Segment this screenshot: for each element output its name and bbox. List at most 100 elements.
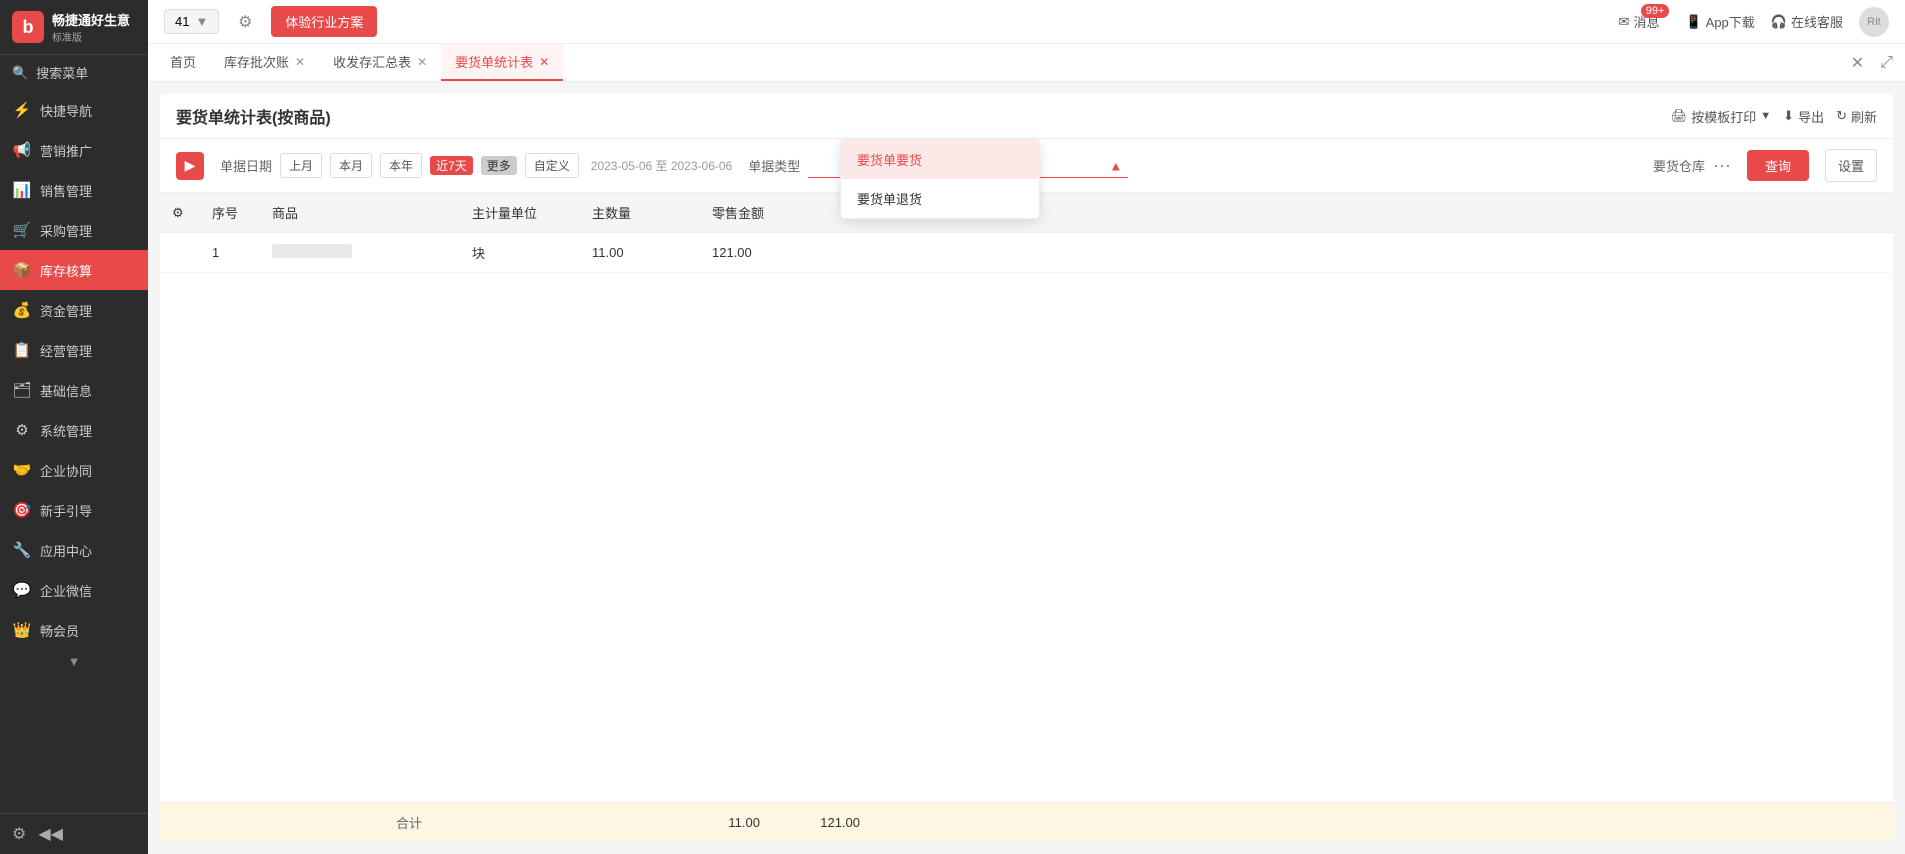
filter-settings-btn[interactable]: 设置: [1825, 149, 1877, 182]
sidebar-item-member[interactable]: 👑 畅会员: [0, 610, 148, 650]
date-custom-btn[interactable]: 自定义: [525, 153, 579, 178]
date-filter-group: 单据日期 上月 本月 本年 近7天 更多 自定义 2023-05-06 至 20…: [220, 153, 732, 178]
cell-amount: 121.00: [700, 233, 820, 273]
sidebar-item-appstore[interactable]: 🔧 应用中心: [0, 530, 148, 570]
cell-unit: 块: [460, 233, 580, 273]
quick-nav-icon: ⚡: [12, 100, 32, 120]
sidebar-item-guide[interactable]: 🎯 新手引导: [0, 490, 148, 530]
filter-expand-btn[interactable]: ▶: [176, 152, 204, 180]
sidebar-item-label: 采购管理: [40, 221, 92, 240]
print-icon: 🖨: [1671, 108, 1688, 124]
marketing-icon: 📢: [12, 140, 32, 160]
sidebar-scroll-down[interactable]: ▼: [0, 650, 148, 673]
sidebar-item-label: 快捷导航: [40, 101, 92, 120]
sidebar-item-label: 畅会员: [40, 621, 79, 640]
guide-icon: 🎯: [12, 500, 32, 520]
col-unit: 主计量单位: [460, 193, 580, 233]
tab-close-all-icon[interactable]: ✕: [1847, 49, 1868, 77]
phone-icon: 📱: [1685, 14, 1701, 30]
tab-order-summary-close[interactable]: ✕: [539, 55, 549, 69]
sidebar-item-quick-nav[interactable]: ⚡ 快捷导航: [0, 90, 148, 130]
type-label: 单据类型: [748, 156, 800, 175]
finance-icon: 💰: [12, 300, 32, 320]
print-btn[interactable]: 🖨 按模板打印 ▼: [1671, 107, 1771, 126]
sales-icon: 📊: [12, 180, 32, 200]
dropdown-item-request-goods[interactable]: 要货单要货: [841, 140, 1039, 179]
type-dropdown-arrow[interactable]: ▲: [1109, 158, 1122, 173]
search-menu[interactable]: 🔍 搜索菜单: [0, 55, 148, 90]
warehouse-filter-group: 要货仓库 ···: [1653, 155, 1731, 176]
main-area: 41 ▼ ⚙ 体验行业方案 ✉ 消息 99+ 📱 App下载 🎧 在线客服 Ri…: [148, 0, 1905, 854]
page-header: 要货单统计表(按商品) 🖨 按模板打印 ▼ ⬇ 导出 ↻ 刷新: [160, 94, 1893, 139]
sidebar: b 畅捷通好生意 标准版 🔍 搜索菜单 ⚡ 快捷导航 📢 营销推广 📊 销售管理…: [0, 0, 148, 854]
date-prev-month-btn[interactable]: 上月: [280, 153, 322, 178]
app-logo-icon: b: [12, 11, 44, 43]
query-btn[interactable]: 查询: [1747, 150, 1809, 181]
sidebar-item-operations[interactable]: 📋 经营管理: [0, 330, 148, 370]
sidebar-item-purchase[interactable]: 🛒 采购管理: [0, 210, 148, 250]
company-selector[interactable]: 41 ▼: [164, 9, 219, 34]
sidebar-logo-text: 畅捷通好生意 标准版: [52, 10, 130, 44]
operations-icon: 📋: [12, 340, 32, 360]
table-container: ⚙ 序号 商品 主计量单位 主数量 零售金额 1: [160, 193, 1893, 802]
sidebar-item-label: 系统管理: [40, 421, 92, 440]
tab-order-summary[interactable]: 要货单统计表 ✕: [441, 44, 563, 81]
avatar[interactable]: Rit: [1859, 7, 1889, 37]
trial-btn[interactable]: 体验行业方案: [271, 6, 377, 37]
sidebar-item-label: 资金管理: [40, 301, 92, 320]
date-curr-month-btn[interactable]: 本月: [330, 153, 372, 178]
sidebar-item-sales[interactable]: 📊 销售管理: [0, 170, 148, 210]
footer-total-label: 合计: [396, 813, 656, 832]
settings-bottom-icon[interactable]: ⚙: [12, 824, 26, 844]
online-service-btn[interactable]: 🎧 在线客服: [1771, 12, 1843, 31]
tab-inventory-batch[interactable]: 库存批次账 ✕: [210, 44, 319, 81]
cell-settings: [160, 233, 200, 273]
date-last7days-badge[interactable]: 近7天: [430, 156, 473, 175]
tab-home[interactable]: 首页: [156, 44, 210, 81]
messages-btn[interactable]: ✉ 消息 99+: [1619, 12, 1660, 31]
sidebar-item-wechat[interactable]: 💬 企业微信: [0, 570, 148, 610]
sidebar-item-collab[interactable]: 🤝 企业协同: [0, 450, 148, 490]
refresh-btn[interactable]: ↻ 刷新: [1836, 107, 1877, 126]
date-curr-year-btn[interactable]: 本年: [380, 153, 422, 178]
topbar-left: 41 ▼ ⚙ 体验行业方案: [164, 6, 377, 37]
tab-receivable-summary-label: 收发存汇总表: [333, 52, 411, 71]
sidebar-item-label: 企业协同: [40, 461, 92, 480]
date-more-badge[interactable]: 更多: [481, 156, 517, 175]
sidebar-item-inventory[interactable]: 📦 库存核算: [0, 250, 148, 290]
avatar-text: Rit: [1867, 16, 1880, 28]
sidebar-item-system[interactable]: ⚙ 系统管理: [0, 410, 148, 450]
export-icon: ⬇: [1783, 108, 1794, 124]
sidebar-item-basic[interactable]: 🗂 基础信息: [0, 370, 148, 410]
system-icon: ⚙: [12, 420, 32, 440]
topbar: 41 ▼ ⚙ 体验行业方案 ✉ 消息 99+ 📱 App下载 🎧 在线客服 Ri…: [148, 0, 1905, 44]
topbar-settings-icon[interactable]: ⚙: [231, 8, 259, 36]
col-settings[interactable]: ⚙: [160, 193, 200, 233]
basic-icon: 🗂: [12, 380, 32, 400]
page-actions: 🖨 按模板打印 ▼ ⬇ 导出 ↻ 刷新: [1671, 107, 1877, 126]
tab-home-label: 首页: [170, 52, 196, 71]
app-download-btn[interactable]: 📱 App下载: [1685, 12, 1754, 31]
sidebar-item-label: 营销推广: [40, 141, 92, 160]
collab-icon: 🤝: [12, 460, 32, 480]
sidebar-item-label: 销售管理: [40, 181, 92, 200]
table-footer: 合计 11.00 121.00: [160, 802, 1893, 842]
type-dropdown-menu: 要货单要货 要货单退货: [840, 139, 1040, 219]
col-amount: 零售金额: [700, 193, 820, 233]
warehouse-more-btn[interactable]: ···: [1713, 155, 1731, 176]
tab-receivable-summary[interactable]: 收发存汇总表 ✕: [319, 44, 441, 81]
sidebar-item-marketing[interactable]: 📢 营销推广: [0, 130, 148, 170]
dropdown-item-request-return[interactable]: 要货单退货: [841, 179, 1039, 218]
sidebar-item-finance[interactable]: 💰 资金管理: [0, 290, 148, 330]
collapse-sidebar-icon[interactable]: ◀◀: [38, 824, 63, 844]
tab-inventory-batch-close[interactable]: ✕: [295, 55, 305, 69]
tab-receivable-summary-close[interactable]: ✕: [417, 55, 427, 69]
export-btn[interactable]: ⬇ 导出: [1783, 107, 1824, 126]
refresh-icon: ↻: [1836, 108, 1847, 124]
tab-expand-icon[interactable]: ⤢: [1876, 50, 1897, 76]
cell-quantity: 11.00: [580, 233, 700, 273]
col-product: 商品: [260, 193, 460, 233]
page-title: 要货单统计表(按商品): [176, 104, 331, 128]
tab-extra: ✕ ⤢: [1847, 49, 1897, 77]
wechat-icon: 💬: [12, 580, 32, 600]
